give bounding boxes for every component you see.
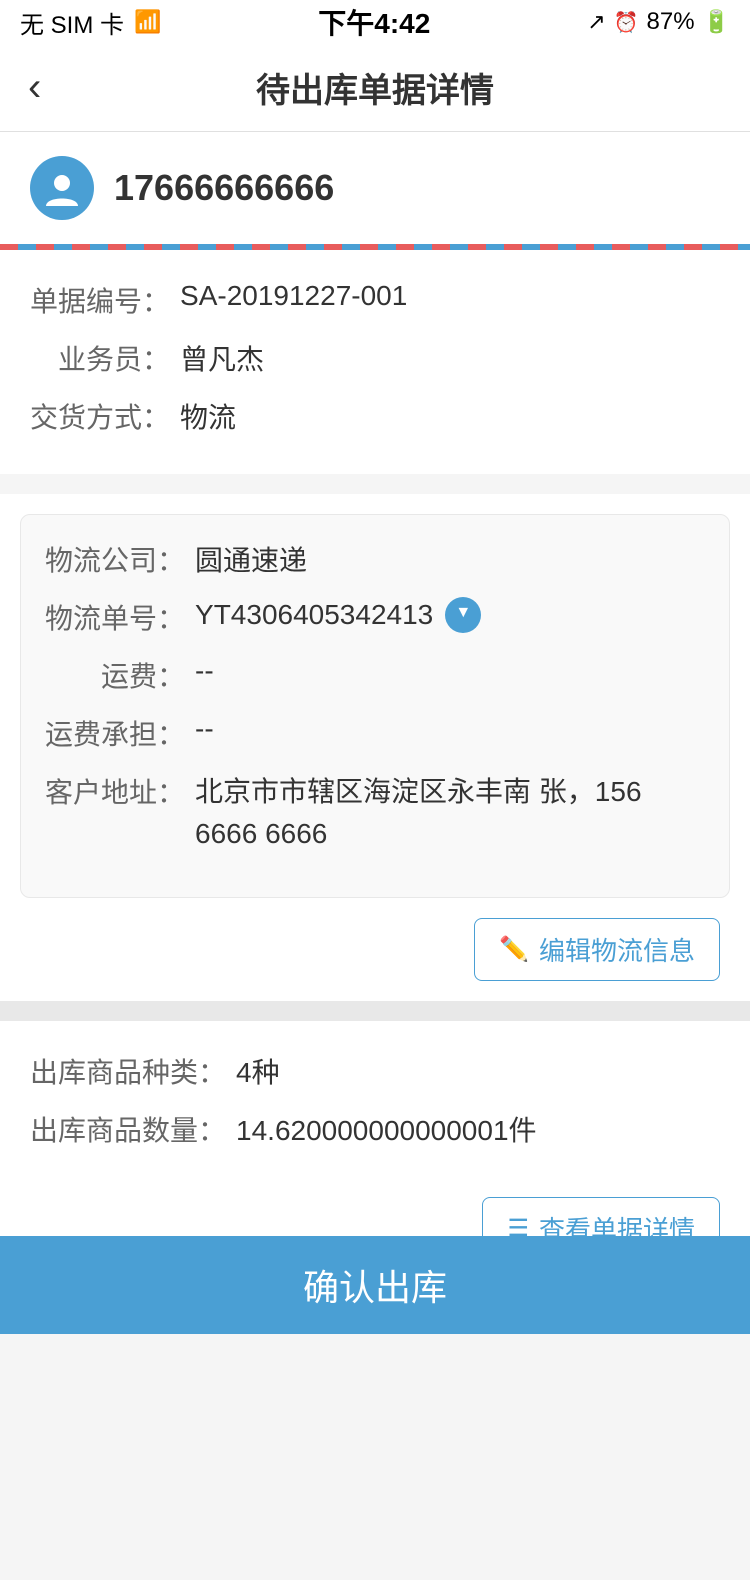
tracking-location-icon[interactable] (445, 597, 481, 633)
order-no-value: SA-20191227-001 (170, 280, 720, 312)
thick-divider (0, 1001, 750, 1021)
order-no-row: 单据编号： SA-20191227-001 (30, 280, 720, 320)
tracking-no-label: 物流单号： (45, 597, 185, 637)
customer-phone: 17666666666 (114, 167, 334, 209)
freight-bear-row: 运费承担： -- (45, 713, 705, 753)
avatar (30, 156, 94, 220)
freight-value: -- (185, 655, 705, 687)
logistics-company-value: 圆通速递 (185, 539, 705, 579)
goods-quantity-value: 14.620000000000001件 (226, 1109, 720, 1149)
salesperson-row: 业务员： 曾凡杰 (30, 338, 720, 378)
tracking-no-value: YT4306405342413 (185, 597, 705, 633)
nav-bar: ‹ 待出库单据详情 (0, 44, 750, 132)
edit-icon: ✏️ (499, 935, 529, 964)
freight-bear-value: -- (185, 713, 705, 745)
freight-bear-label: 运费承担： (45, 713, 185, 753)
status-bar-time: 下午4:42 (318, 2, 430, 42)
page-title: 待出库单据详情 (256, 63, 494, 112)
goods-quantity-label: 出库商品数量： (30, 1109, 226, 1149)
confirm-btn-label: 确认出库 (303, 1259, 447, 1311)
status-bar-right: ↗ ⏰ 87% 🔋 (587, 8, 730, 36)
tracking-no-row: 物流单号： YT4306405342413 (45, 597, 705, 637)
address-row: 客户地址： 北京市市辖区海淀区永丰南 张，156 6666 6666 (45, 771, 705, 855)
logistics-company-row: 物流公司： 圆通速递 (45, 539, 705, 579)
status-bar: 无 SIM 卡 下午4:42 ↗ ⏰ 87% 🔋 (0, 0, 750, 44)
back-button[interactable]: ‹ (28, 65, 41, 110)
delivery-label: 交货方式： (30, 396, 170, 436)
wifi-icon (134, 8, 161, 36)
edit-btn-label: 编辑物流信息 (539, 931, 695, 968)
address-label: 客户地址： (45, 771, 185, 811)
logistics-company-label: 物流公司： (45, 539, 185, 579)
location-signal-icon: ↗ (587, 9, 605, 35)
basic-info-section: 单据编号： SA-20191227-001 业务员： 曾凡杰 交货方式： 物流 (0, 250, 750, 474)
delivery-row: 交货方式： 物流 (30, 396, 720, 436)
goods-type-label: 出库商品种类： (30, 1051, 226, 1091)
section-gap-1 (0, 474, 750, 494)
confirm-btn-container: 确认出库 (0, 1236, 750, 1334)
goods-type-row: 出库商品种类： 4种 (30, 1051, 720, 1091)
salesperson-label: 业务员： (30, 338, 170, 378)
customer-header: 17666666666 (0, 132, 750, 244)
logistics-card: 物流公司： 圆通速递 物流单号： YT4306405342413 运费： -- … (20, 514, 730, 898)
edit-btn-row: ✏️ 编辑物流信息 (0, 918, 750, 1001)
order-no-label: 单据编号： (30, 280, 170, 320)
goods-type-value: 4种 (226, 1051, 720, 1091)
edit-logistics-button[interactable]: ✏️ 编辑物流信息 (474, 918, 720, 981)
freight-label: 运费： (45, 655, 185, 695)
status-bar-left: 无 SIM 卡 (20, 5, 161, 40)
battery-icon: 🔋 (703, 9, 730, 35)
goods-quantity-row: 出库商品数量： 14.620000000000001件 (30, 1109, 720, 1149)
address-value: 北京市市辖区海淀区永丰南 张，156 6666 6666 (185, 771, 705, 855)
carrier-text: 无 SIM 卡 (20, 5, 124, 40)
freight-row: 运费： -- (45, 655, 705, 695)
goods-section: 出库商品种类： 4种 出库商品数量： 14.620000000000001件 (0, 1021, 750, 1187)
confirm-button[interactable]: 确认出库 (0, 1236, 750, 1334)
alarm-icon: ⏰ (614, 10, 639, 35)
delivery-value: 物流 (170, 396, 720, 436)
battery-text: 87% (647, 8, 695, 36)
logistics-section: 物流公司： 圆通速递 物流单号： YT4306405342413 运费： -- … (0, 494, 750, 1001)
salesperson-value: 曾凡杰 (170, 338, 720, 378)
